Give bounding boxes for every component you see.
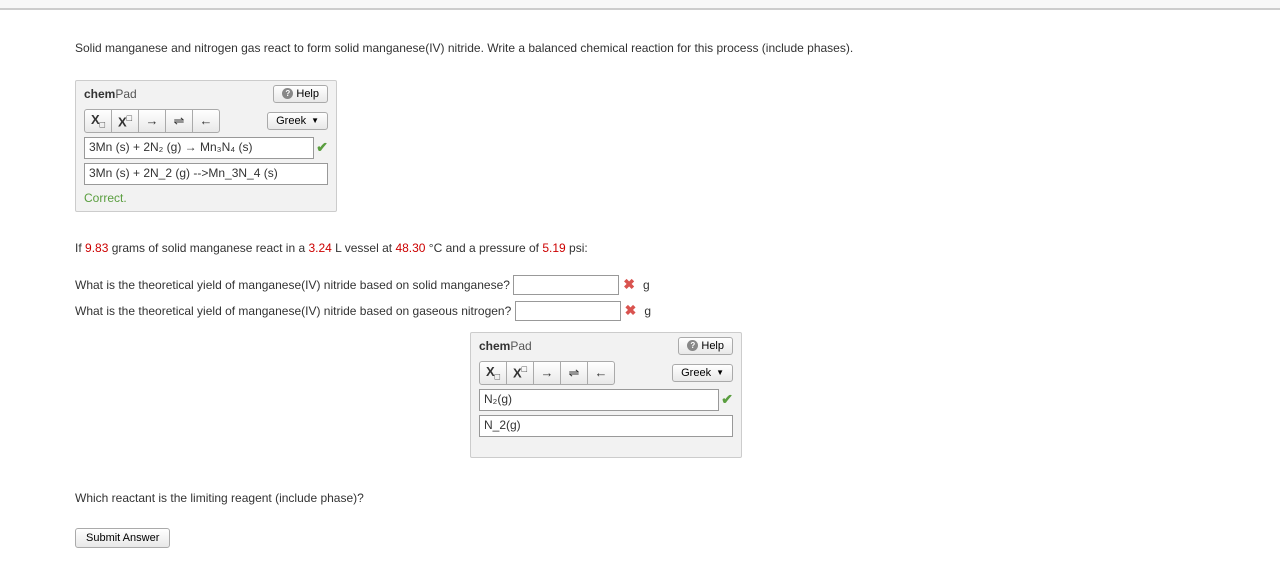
rendered-equation-display: N₂(g) — [479, 389, 719, 411]
equilibrium-button[interactable]: ⇌ — [165, 109, 193, 133]
feedback-text: Correct. — [76, 187, 336, 211]
submit-answer-button[interactable]: Submit Answer — [75, 528, 170, 548]
yield-mn-label: What is the theoretical yield of mangane… — [75, 278, 510, 292]
subscript-button[interactable]: X□ — [84, 109, 112, 133]
cross-icon: ✖ — [625, 302, 637, 319]
help-icon: ? — [282, 88, 293, 99]
raw-equation-input[interactable]: 3Mn (s) + 2N_2 (g) -->Mn_3N_4 (s) — [84, 163, 328, 185]
cross-icon: ✖ — [623, 276, 635, 293]
chevron-down-icon: ▼ — [311, 116, 319, 125]
subscript-button[interactable]: X□ — [479, 361, 507, 385]
rendered-equation-display: 3Mn (s) + 2N₂ (g) → Mn₃N₄ (s) — [84, 137, 314, 159]
superscript-button[interactable]: X□ — [506, 361, 534, 385]
equilibrium-button[interactable]: ⇌ — [560, 361, 588, 385]
help-icon: ? — [687, 340, 698, 351]
toolbar: X□ X□ → ⇌ ← — [84, 109, 220, 133]
toolbar: X□ X□ → ⇌ ← — [479, 361, 615, 385]
help-button[interactable]: ? Help — [678, 337, 733, 355]
chempad-title: chemPad — [479, 339, 532, 353]
chevron-down-icon: ▼ — [716, 368, 724, 377]
arrow-button[interactable]: → — [138, 109, 166, 133]
superscript-button[interactable]: X□ — [111, 109, 139, 133]
yield-mn-input[interactable] — [513, 275, 619, 295]
check-icon: ✔ — [721, 391, 733, 408]
arrow-button[interactable]: → — [533, 361, 561, 385]
yield-n2-input[interactable] — [515, 301, 621, 321]
check-icon: ✔ — [316, 139, 328, 156]
back-arrow-button[interactable]: ← — [587, 361, 615, 385]
help-button[interactable]: ? Help — [273, 85, 328, 103]
greek-button[interactable]: Greek▼ — [672, 364, 733, 382]
chempad-title: chemPad — [84, 87, 137, 101]
chempad-widget-1: chemPad ? Help X□ X□ → ⇌ ← Greek▼ 3Mn (s… — [75, 80, 337, 212]
question-1-text: Solid manganese and nitrogen gas react t… — [75, 40, 1205, 57]
chempad-widget-2: chemPad ? Help X□ X□ → ⇌ ← Greek▼ N₂(g) … — [470, 332, 742, 458]
raw-equation-input[interactable]: N_2(g) — [479, 415, 733, 437]
yield-n2-label: What is the theoretical yield of mangane… — [75, 304, 511, 318]
back-arrow-button[interactable]: ← — [192, 109, 220, 133]
question-2-text: If 9.83 grams of solid manganese react i… — [75, 240, 1205, 257]
greek-button[interactable]: Greek▼ — [267, 112, 328, 130]
unit-label: g — [644, 304, 651, 318]
unit-label: g — [643, 278, 650, 292]
question-3-text: Which reactant is the limiting reagent (… — [75, 490, 1205, 507]
